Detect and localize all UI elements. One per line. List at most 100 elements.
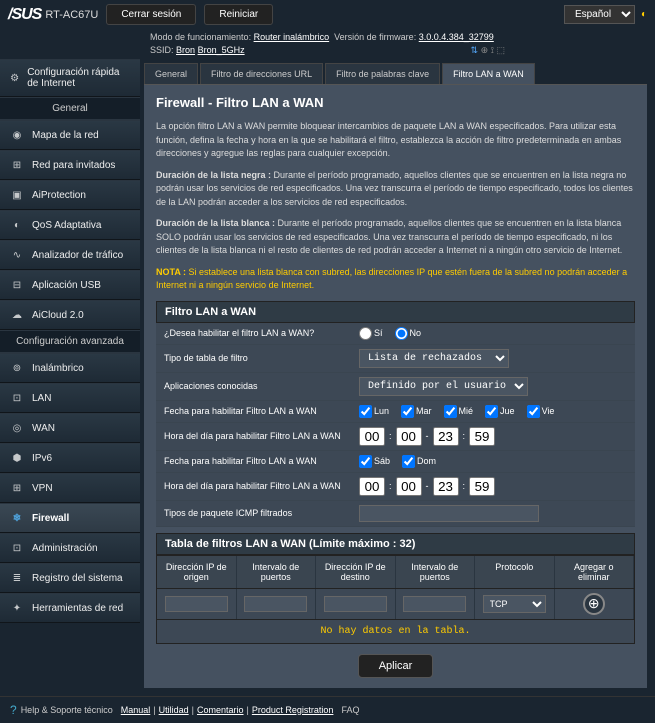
day-jue[interactable]: Jue [485,405,515,418]
tab-url-filter[interactable]: Filtro de direcciones URL [200,63,323,84]
help-label: Help & Soporte técnico [21,705,113,715]
sidebar-item-aiprotection[interactable]: ▣AiProtection [0,180,140,210]
time2-h2[interactable] [433,477,459,496]
footer-utility[interactable]: Utilidad [159,705,189,715]
time1-h2[interactable] [433,427,459,446]
sidebar-item-aicloud[interactable]: ☁AiCloud 2.0 [0,300,140,330]
gauge-icon: ◐ [8,218,26,232]
footer-manual[interactable]: Manual [121,705,151,715]
sidebar-item-lan[interactable]: ⊡LAN [0,383,140,413]
logout-button[interactable]: Cerrar sesión [106,4,196,25]
model-name: RT-AC67U [45,9,98,21]
tab-keyword-filter[interactable]: Filtro de palabras clave [325,63,440,84]
form-section-header: Filtro LAN a WAN [156,301,635,323]
ssid1-link[interactable]: Bron [176,45,195,55]
src-ip-input[interactable] [165,596,228,612]
sidebar-section-general: General [0,97,140,120]
guest-icon: ⊞ [8,158,26,172]
reboot-button[interactable]: Reiniciar [204,4,273,25]
page-title: Firewall - Filtro LAN a WAN [156,95,635,110]
time2-label: Hora del día para habilitar Filtro LAN a… [164,481,359,491]
time2-m2[interactable] [469,477,495,496]
sidebar-item-ipv6[interactable]: ⬢IPv6 [0,443,140,473]
enable-no[interactable]: No [395,327,422,340]
day-lun[interactable]: Lun [359,405,389,418]
firmware-link[interactable]: 3.0.0.4.384_32799 [419,32,494,42]
date1-label: Fecha para habilitar Filtro LAN a WAN [164,406,359,416]
usb-icon: ⊟ [8,278,26,292]
tab-lan-wan-filter[interactable]: Filtro LAN a WAN [442,63,535,84]
language-select[interactable]: Español [564,5,635,24]
day-mar[interactable]: Mar [401,405,432,418]
time1-m1[interactable] [396,427,422,446]
faq-label: FAQ [341,705,359,715]
src-port-input[interactable] [244,596,307,612]
cloud-icon: ☁ [8,308,26,322]
sidebar-item-wan[interactable]: ◎WAN [0,413,140,443]
log-icon: ≣ [8,571,26,585]
protocol-select[interactable]: TCP [483,595,546,613]
time2-h1[interactable] [359,477,385,496]
ipv6-icon: ⬢ [8,451,26,465]
sidebar-item-wireless[interactable]: ⊚Inalámbrico [0,353,140,383]
footer-registration[interactable]: Product Registration [252,705,334,715]
date2-label: Fecha para habilitar Filtro LAN a WAN [164,456,359,466]
known-apps-label: Aplicaciones conocidas [164,381,359,391]
table-empty: No hay datos en la tabla. [156,620,635,644]
mode-link[interactable]: Router inalámbrico [254,32,330,42]
add-button[interactable]: ⊕ [583,593,605,615]
sidebar-item-guest[interactable]: ⊞Red para invitados [0,150,140,180]
sidebar-item-usb[interactable]: ⊟Aplicación USB [0,270,140,300]
day-vie[interactable]: Vie [527,405,555,418]
time2-m1[interactable] [396,477,422,496]
sidebar-item-vpn[interactable]: ⊞VPN [0,473,140,503]
lan-icon: ⊡ [8,391,26,405]
time1-m2[interactable] [469,427,495,446]
table-title: Tabla de filtros LAN a WAN (Límite máxim… [156,533,635,555]
icmp-label: Tipos de paquete ICMP filtrados [164,508,359,518]
apply-button[interactable]: Aplicar [358,654,434,678]
plus-icon: ⊕ [588,595,600,612]
dst-ip-input[interactable] [324,596,387,612]
table-input-row: TCP ⊕ [156,589,635,620]
firewall-icon: ❄ [8,511,26,525]
ssid2-link[interactable]: Bron_5GHz [198,45,245,55]
sidebar-item-qos[interactable]: ◐QoS Adaptativa [0,210,140,240]
footer-feedback[interactable]: Comentario [197,705,244,715]
dst-port-input[interactable] [403,596,466,612]
sidebar-item-tools[interactable]: ✦Herramientas de red [0,593,140,623]
sidebar-quick-setup[interactable]: ⚙ Configuración rápida de Internet [0,59,140,97]
time1-h1[interactable] [359,427,385,446]
vpn-icon: ⊞ [8,481,26,495]
filter-type-select[interactable]: Lista de rechazados [359,349,509,368]
sidebar-item-syslog[interactable]: ≣Registro del sistema [0,563,140,593]
sidebar-item-admin[interactable]: ⊡Administración [0,533,140,563]
description-2: Duración de la lista negra : Durante el … [156,169,635,210]
wifi-icon: ⊚ [8,361,26,375]
note-text: NOTA : Si establece una lista blanca con… [156,266,635,293]
sidebar-section-advanced: Configuración avanzada [0,330,140,353]
table-header: Dirección IP de origen Intervalo de puer… [156,555,635,589]
day-sab[interactable]: Sáb [359,455,390,468]
day-dom[interactable]: Dom [402,455,436,468]
icmp-input[interactable] [359,505,539,522]
ssid-line: SSID: Bron Bron_5GHz ⇅ ⊕ ⟟ ⬚ [0,45,655,59]
sidebar-item-traffic[interactable]: ∿Analizador de tráfico [0,240,140,270]
sidebar-item-firewall[interactable]: ❄Firewall [0,503,140,533]
globe-icon: ◐ [641,9,647,20]
sidebar-item-networkmap[interactable]: ◉Mapa de la red [0,120,140,150]
admin-icon: ⊡ [8,541,26,555]
filter-type-label: Tipo de tabla de filtro [164,353,359,363]
gear-icon: ⚙ [8,71,21,85]
enable-yes[interactable]: Sí [359,327,383,340]
description-1: La opción filtro LAN a WAN permite bloqu… [156,120,635,161]
shield-icon: ▣ [8,188,26,202]
time1-label: Hora del día para habilitar Filtro LAN a… [164,431,359,441]
chart-icon: ∿ [8,248,26,262]
help-icon: ? [10,703,17,717]
tab-general[interactable]: General [144,63,198,84]
status-line: Modo de funcionamiento: Router inalámbri… [0,29,655,45]
day-mie[interactable]: Mié [444,405,474,418]
map-icon: ◉ [8,128,26,142]
known-apps-select[interactable]: Definido por el usuario [359,377,528,396]
